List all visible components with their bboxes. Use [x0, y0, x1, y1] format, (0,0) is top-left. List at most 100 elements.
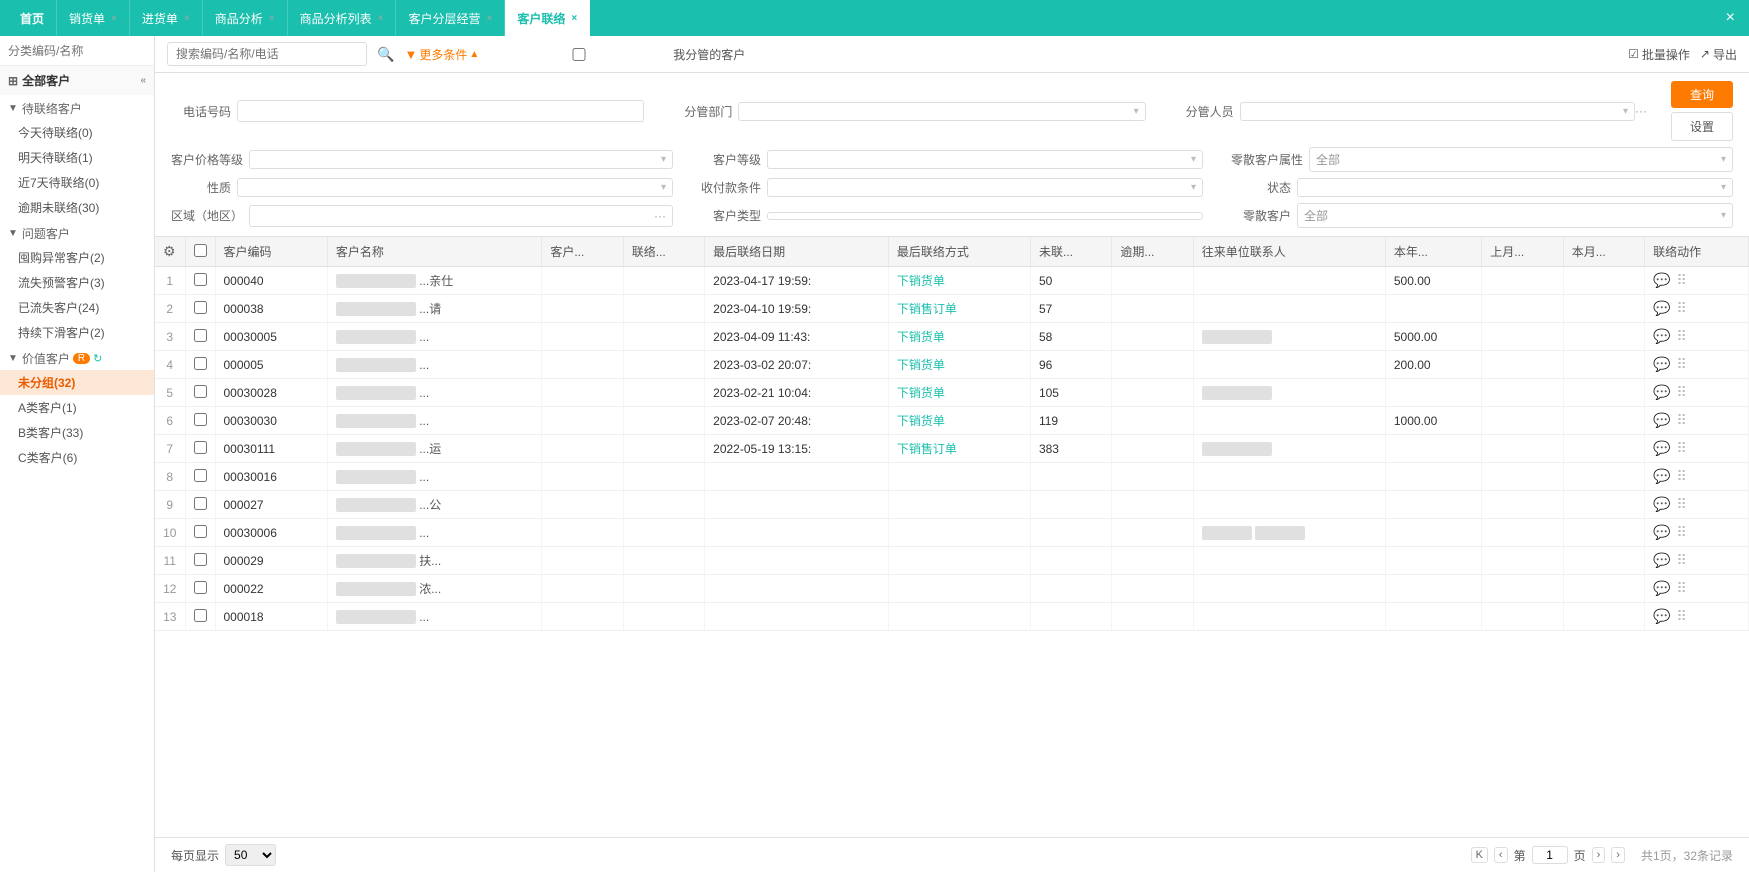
- select-status[interactable]: ▾: [1297, 178, 1733, 197]
- close-product-list-tab[interactable]: ×: [378, 13, 384, 24]
- apps-icon[interactable]: ⠿: [1677, 356, 1687, 373]
- sidebar-item-ungroup[interactable]: 未分组(32): [0, 370, 154, 395]
- tab-sales[interactable]: 销货单 ×: [57, 0, 130, 36]
- apps-icon[interactable]: ⠿: [1677, 300, 1687, 317]
- select-manager[interactable]: ▾: [1240, 102, 1635, 121]
- message-icon[interactable]: 💬: [1653, 328, 1670, 345]
- prev-page-btn[interactable]: ‹: [1494, 847, 1508, 863]
- sidebar-item-churn-warning[interactable]: 流失预警客户(3): [0, 270, 154, 295]
- apps-icon[interactable]: ⠿: [1677, 496, 1687, 513]
- select-nature[interactable]: ▾: [237, 178, 673, 197]
- method-link[interactable]: 下销货单: [897, 274, 945, 288]
- message-icon[interactable]: 💬: [1653, 356, 1670, 373]
- apps-icon[interactable]: ⠿: [1677, 384, 1687, 401]
- my-customers-check[interactable]: [489, 48, 669, 61]
- select-all-checkbox[interactable]: [194, 244, 207, 257]
- method-link[interactable]: 下销货单: [897, 330, 945, 344]
- apps-icon[interactable]: ⠿: [1677, 412, 1687, 429]
- select-cust-type[interactable]: [767, 212, 1203, 220]
- settings-icon[interactable]: ⚙: [163, 243, 176, 259]
- export-btn[interactable]: ↗ 导出: [1700, 46, 1737, 63]
- method-link[interactable]: 下销货单: [897, 358, 945, 372]
- message-icon[interactable]: 💬: [1653, 412, 1670, 429]
- batch-op-btn[interactable]: ☑ 批量操作: [1628, 46, 1690, 63]
- window-close[interactable]: ×: [1720, 9, 1741, 27]
- sidebar-item-today[interactable]: 今天待联络(0): [0, 120, 154, 145]
- page-size-select[interactable]: 50 100 200: [225, 844, 276, 866]
- apps-icon[interactable]: ⠿: [1677, 608, 1687, 625]
- apps-icon[interactable]: ⠿: [1677, 440, 1687, 457]
- row-checkbox[interactable]: [194, 469, 207, 482]
- sidebar-item-lost[interactable]: 已流失客户(24): [0, 295, 154, 320]
- close-sales-tab[interactable]: ×: [111, 13, 117, 24]
- method-link[interactable]: 下销货单: [897, 414, 945, 428]
- close-product-analysis-tab[interactable]: ×: [269, 13, 275, 24]
- message-icon[interactable]: 💬: [1653, 440, 1670, 457]
- more-conditions-btn[interactable]: ▼ 更多条件 ▲: [404, 46, 479, 63]
- tab-customer-tier[interactable]: 客户分层经营 ×: [396, 0, 505, 36]
- apps-icon[interactable]: ⠿: [1677, 272, 1687, 289]
- message-icon[interactable]: 💬: [1653, 384, 1670, 401]
- group-pending-contact[interactable]: ▼ 待联络客户: [0, 95, 154, 120]
- sidebar-item-class-c[interactable]: C类客户(6): [0, 445, 154, 470]
- sidebar-search-input[interactable]: [8, 44, 155, 58]
- group-problem-customers[interactable]: ▼ 问题客户: [0, 220, 154, 245]
- sidebar-item-7days[interactable]: 近7天待联络(0): [0, 170, 154, 195]
- select-price-level[interactable]: ▾: [249, 150, 673, 169]
- region-more[interactable]: ···: [654, 209, 666, 223]
- method-link[interactable]: 下销货单: [897, 386, 945, 400]
- my-customers-checkbox[interactable]: 我分管的客户: [489, 46, 745, 63]
- tab-home[interactable]: 首页: [8, 0, 57, 36]
- manager-more[interactable]: ···: [1635, 104, 1647, 118]
- search-input[interactable]: [167, 42, 367, 66]
- first-page-btn[interactable]: K: [1471, 847, 1488, 863]
- row-checkbox[interactable]: [194, 385, 207, 398]
- sidebar-item-overdue[interactable]: 逾期未联络(30): [0, 195, 154, 220]
- row-checkbox[interactable]: [194, 441, 207, 454]
- message-icon[interactable]: 💬: [1653, 272, 1670, 289]
- refresh-icon[interactable]: ↻: [93, 352, 102, 365]
- apps-icon[interactable]: ⠿: [1677, 580, 1687, 597]
- row-checkbox[interactable]: [194, 357, 207, 370]
- tab-product-list[interactable]: 商品分析列表 ×: [288, 0, 397, 36]
- sidebar-item-class-b[interactable]: B类客户(33): [0, 420, 154, 445]
- message-icon[interactable]: 💬: [1653, 496, 1670, 513]
- input-phone[interactable]: [237, 100, 644, 122]
- query-button[interactable]: 查询: [1671, 81, 1733, 108]
- search-icon[interactable]: 🔍: [377, 46, 394, 63]
- row-checkbox[interactable]: [194, 553, 207, 566]
- group-value-customers[interactable]: ▼ 价值客户 R ↻: [0, 345, 154, 370]
- sidebar-item-class-a[interactable]: A类客户(1): [0, 395, 154, 420]
- close-customer-tier-tab[interactable]: ×: [486, 13, 492, 24]
- apps-icon[interactable]: ⠿: [1677, 552, 1687, 569]
- apps-icon[interactable]: ⠿: [1677, 524, 1687, 541]
- select-region[interactable]: ···: [249, 205, 673, 227]
- sidebar-item-tomorrow[interactable]: 明天待联络(1): [0, 145, 154, 170]
- close-purchase-tab[interactable]: ×: [184, 13, 190, 24]
- row-checkbox[interactable]: [194, 581, 207, 594]
- select-payment[interactable]: ▾: [767, 178, 1203, 197]
- row-checkbox[interactable]: [194, 525, 207, 538]
- select-retail[interactable]: 全部 ▾: [1297, 203, 1733, 228]
- row-checkbox[interactable]: [194, 497, 207, 510]
- row-checkbox[interactable]: [194, 609, 207, 622]
- collapse-sidebar-btn[interactable]: «: [140, 75, 146, 86]
- sidebar-item-abnormal[interactable]: 囤购异常客户(2): [0, 245, 154, 270]
- message-icon[interactable]: 💬: [1653, 524, 1670, 541]
- message-icon[interactable]: 💬: [1653, 552, 1670, 569]
- tab-purchase[interactable]: 进货单 ×: [130, 0, 203, 36]
- page-input[interactable]: [1532, 846, 1568, 864]
- last-page-btn[interactable]: ›: [1611, 847, 1625, 863]
- message-icon[interactable]: 💬: [1653, 300, 1670, 317]
- tab-product-analysis[interactable]: 商品分析 ×: [203, 0, 288, 36]
- row-checkbox[interactable]: [194, 273, 207, 286]
- row-checkbox[interactable]: [194, 413, 207, 426]
- select-dept[interactable]: ▾: [738, 102, 1145, 121]
- close-customer-contact-tab[interactable]: ×: [571, 13, 577, 24]
- apps-icon[interactable]: ⠿: [1677, 468, 1687, 485]
- all-customers-section[interactable]: ⊞ 全部客户 «: [0, 66, 154, 95]
- select-retail-attr[interactable]: 全部 ▾: [1309, 147, 1733, 172]
- sidebar-item-declining[interactable]: 持续下滑客户(2): [0, 320, 154, 345]
- next-page-btn[interactable]: ›: [1592, 847, 1606, 863]
- select-cust-level[interactable]: ▾: [767, 150, 1203, 169]
